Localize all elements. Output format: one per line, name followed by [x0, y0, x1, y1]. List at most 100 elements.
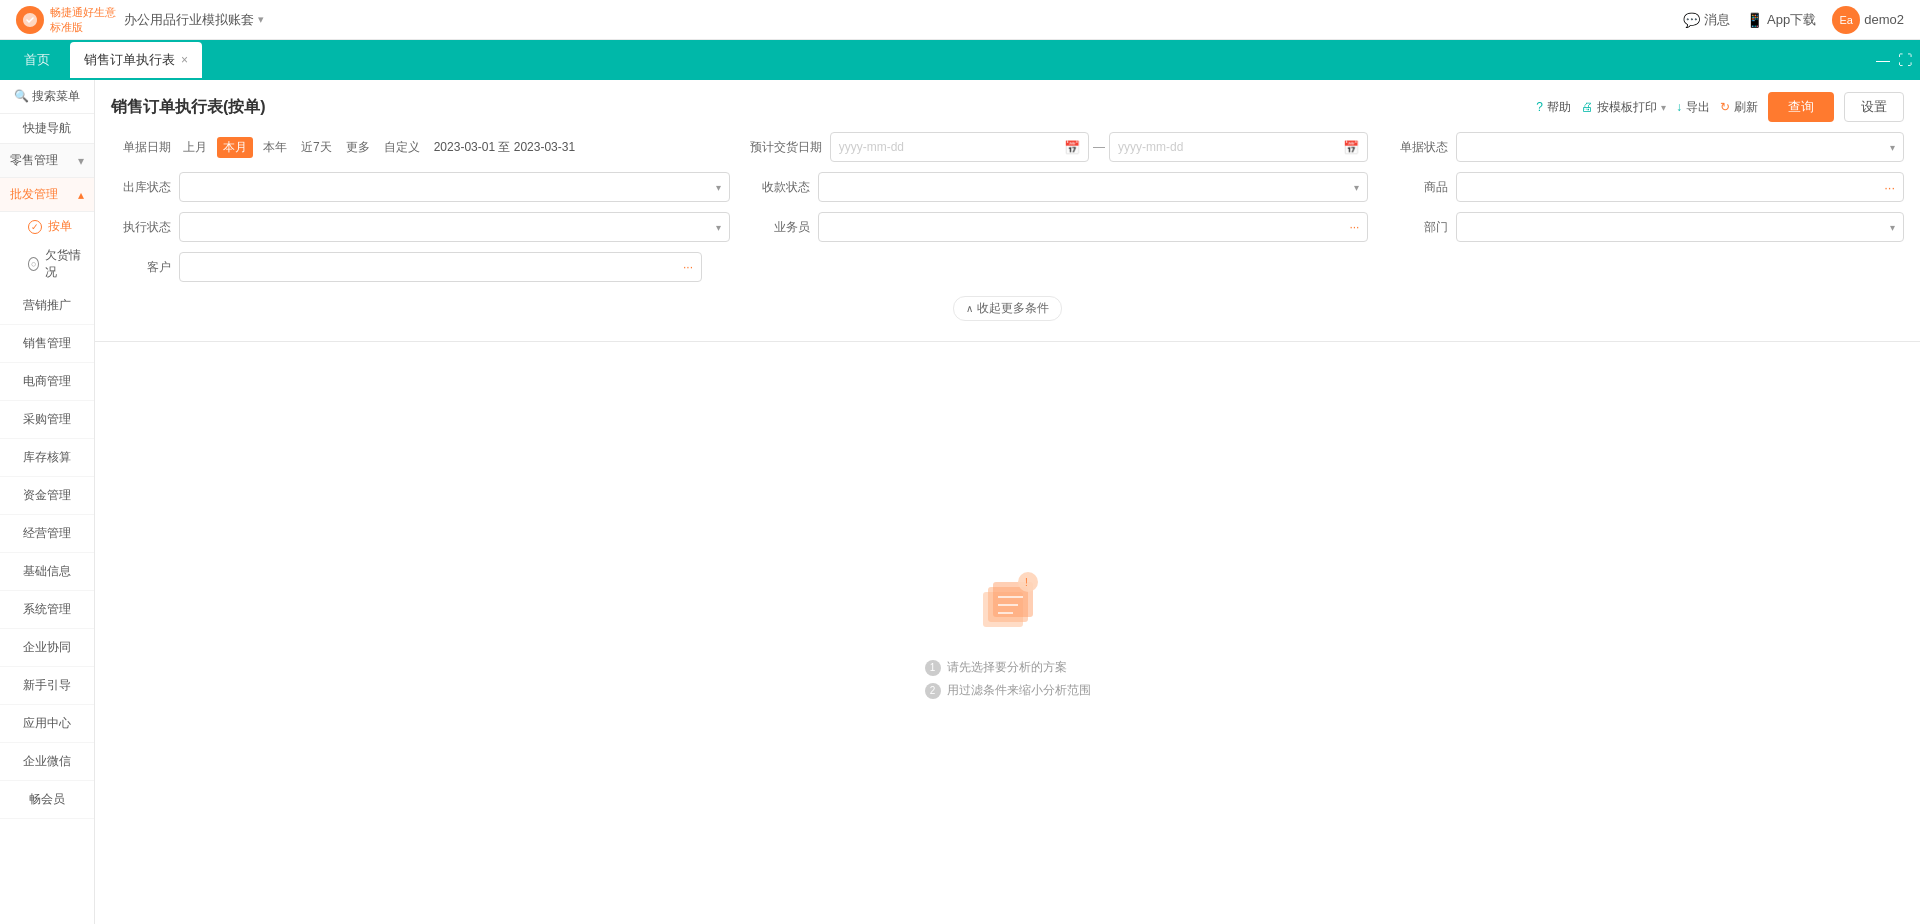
- sidebar-item-sales[interactable]: 销售管理: [0, 325, 94, 363]
- sub-label-antan: 按单: [48, 218, 72, 235]
- exec-status-arrow: ▾: [716, 222, 721, 233]
- forecast-date-start[interactable]: yyyy-mm-dd 📅: [830, 132, 1089, 162]
- sidebar-wechat-label: 企业微信: [23, 753, 71, 770]
- sidebar-item-retail[interactable]: 零售管理 ▾: [0, 144, 94, 178]
- sidebar-inventory-label: 库存核算: [23, 449, 71, 466]
- sidebar-item-newuser[interactable]: 新手引导: [0, 667, 94, 705]
- sidebar-search-label: 搜索菜单: [32, 89, 80, 103]
- shortcut-custom[interactable]: 自定义: [380, 137, 424, 158]
- tab-sales-order[interactable]: 销售订单执行表 ×: [70, 42, 202, 78]
- tab-minimize-icon[interactable]: —: [1876, 52, 1890, 68]
- svg-point-6: [1018, 572, 1038, 592]
- shortcut-this-year[interactable]: 本年: [259, 137, 291, 158]
- breadcrumb-arrow-icon[interactable]: ▾: [258, 13, 264, 26]
- set-button[interactable]: 设置: [1844, 92, 1904, 122]
- sidebar-item-wholesale[interactable]: 批发管理 ▴: [0, 178, 94, 212]
- sidebar-search[interactable]: 🔍 搜索菜单: [0, 80, 94, 114]
- collapse-bar: ∧ 收起更多条件: [111, 292, 1904, 329]
- dept-arrow: ▾: [1890, 222, 1895, 233]
- filter-group-dept: 部门 ▾: [1368, 212, 1904, 242]
- message-button[interactable]: 💬 消息: [1683, 11, 1730, 29]
- sidebar-item-wechat[interactable]: 企业微信: [0, 743, 94, 781]
- sidebar-item-enterprise[interactable]: 企业协同: [0, 629, 94, 667]
- filter-row-1: 单据日期 上月 本月 本年 近7天 更多 自定义 2023-03-01 至 20…: [111, 132, 1904, 162]
- filter-group-status: 单据状态 ▾: [1368, 132, 1904, 162]
- filter-row-3: 执行状态 ▾ 业务员 ··· 部门: [111, 212, 1904, 242]
- sidebar-sub-quhuo[interactable]: ○ 欠货情况: [0, 241, 94, 287]
- collapse-button[interactable]: ∧ 收起更多条件: [953, 296, 1062, 321]
- filter-group-forecast-date: 预计交货日期 yyyy-mm-dd 📅 — yyyy-mm-dd 📅: [730, 132, 1369, 162]
- avatar: Ea: [1832, 6, 1860, 34]
- product-label: 商品: [1388, 179, 1448, 196]
- sidebar-item-inventory[interactable]: 库存核算: [0, 439, 94, 477]
- content-area: 销售订单执行表(按单) ? 帮助 🖨 按模板打印 ▾ ↓ 导出: [95, 80, 1920, 924]
- status-select[interactable]: ▾: [1456, 132, 1904, 162]
- calendar-end-icon: 📅: [1343, 140, 1359, 155]
- sidebar-item-member[interactable]: 畅会员: [0, 781, 94, 819]
- forecast-date-end[interactable]: yyyy-mm-dd 📅: [1109, 132, 1368, 162]
- sidebar-newuser-label: 新手引导: [23, 677, 71, 694]
- sidebar-retail-label: 零售管理: [10, 152, 58, 169]
- tab-bar-actions: — ⛶: [1876, 52, 1912, 68]
- sidebar-item-appcenter[interactable]: 应用中心: [0, 705, 94, 743]
- help-button[interactable]: ? 帮助: [1536, 99, 1571, 116]
- empty-hint-2: 2 用过滤条件来缩小分析范围: [925, 682, 1091, 699]
- data-area: ! 1 请先选择要分析的方案 2 用过滤条件来缩小分析范围: [95, 342, 1920, 924]
- sidebar-item-basic[interactable]: 基础信息: [0, 553, 94, 591]
- forecast-date-end-placeholder: yyyy-mm-dd: [1118, 140, 1183, 154]
- logo-text: 畅捷通好生意 标准版: [50, 5, 116, 34]
- sidebar-item-finance[interactable]: 资金管理: [0, 477, 94, 515]
- sidebar-item-ecommerce[interactable]: 电商管理: [0, 363, 94, 401]
- user-profile-button[interactable]: Ea demo2: [1832, 6, 1904, 34]
- sidebar-item-marketing[interactable]: 营销推广: [0, 287, 94, 325]
- export-icon: ↓: [1676, 100, 1682, 114]
- sidebar-item-system[interactable]: 系统管理: [0, 591, 94, 629]
- refresh-button[interactable]: ↻ 刷新: [1720, 99, 1758, 116]
- customer-select[interactable]: ···: [179, 252, 702, 282]
- receive-status-select[interactable]: ▾: [818, 172, 1369, 202]
- empty-hint-1: 1 请先选择要分析的方案: [925, 659, 1091, 676]
- export-button[interactable]: ↓ 导出: [1676, 99, 1710, 116]
- sidebar-retail-arrow: ▾: [78, 154, 84, 168]
- filter-panel-header: 销售订单执行表(按单) ? 帮助 🖨 按模板打印 ▾ ↓ 导出: [111, 92, 1904, 122]
- search-icon: 🔍: [14, 89, 29, 103]
- salesman-dots-icon: ···: [1349, 220, 1359, 234]
- exec-status-select[interactable]: ▾: [179, 212, 730, 242]
- tab-close-icon[interactable]: ×: [181, 53, 188, 67]
- tab-maximize-icon[interactable]: ⛶: [1898, 52, 1912, 68]
- out-status-arrow: ▾: [716, 182, 721, 193]
- date-separator: —: [1093, 140, 1105, 154]
- print-button[interactable]: 🖨 按模板打印 ▾: [1581, 99, 1666, 116]
- sidebar-item-operation[interactable]: 经营管理: [0, 515, 94, 553]
- sidebar-item-purchase[interactable]: 采购管理: [0, 401, 94, 439]
- logo-area: 畅捷通好生意 标准版: [16, 5, 116, 34]
- sidebar-sub-antan[interactable]: ✓ 按单: [0, 212, 94, 241]
- shortcut-7days[interactable]: 近7天: [297, 137, 336, 158]
- salesman-label: 业务员: [750, 219, 810, 236]
- shortcut-more[interactable]: 更多: [342, 137, 374, 158]
- filter-group-product: 商品 ···: [1368, 172, 1904, 202]
- dept-select[interactable]: ▾: [1456, 212, 1904, 242]
- query-button[interactable]: 查询: [1768, 92, 1834, 122]
- shortcut-last-month[interactable]: 上月: [179, 137, 211, 158]
- customer-dots-icon: ···: [683, 260, 693, 274]
- sidebar-enterprise-label: 企业协同: [23, 639, 71, 656]
- filter-group-receive-status: 收款状态 ▾: [730, 172, 1369, 202]
- product-select[interactable]: ···: [1456, 172, 1904, 202]
- exec-status-label: 执行状态: [111, 219, 171, 236]
- receive-status-label: 收款状态: [750, 179, 810, 196]
- shortcut-this-month[interactable]: 本月: [217, 137, 253, 158]
- breadcrumb-text: 办公用品行业模拟账套: [124, 11, 254, 29]
- filter-panel: 销售订单执行表(按单) ? 帮助 🖨 按模板打印 ▾ ↓ 导出: [95, 80, 1920, 342]
- app-download-button[interactable]: 📱 App下载: [1746, 11, 1816, 29]
- out-status-select[interactable]: ▾: [179, 172, 730, 202]
- help-label: 帮助: [1547, 99, 1571, 116]
- forecast-date-start-placeholder: yyyy-mm-dd: [839, 140, 904, 154]
- salesman-select[interactable]: ···: [818, 212, 1369, 242]
- user-name: demo2: [1864, 12, 1904, 27]
- sidebar-basic-label: 基础信息: [23, 563, 71, 580]
- tab-bar: 首页 销售订单执行表 × — ⛶: [0, 40, 1920, 80]
- tab-home[interactable]: 首页: [8, 40, 66, 80]
- status-select-arrow: ▾: [1890, 142, 1895, 153]
- sidebar-nav[interactable]: 快捷导航: [0, 114, 94, 144]
